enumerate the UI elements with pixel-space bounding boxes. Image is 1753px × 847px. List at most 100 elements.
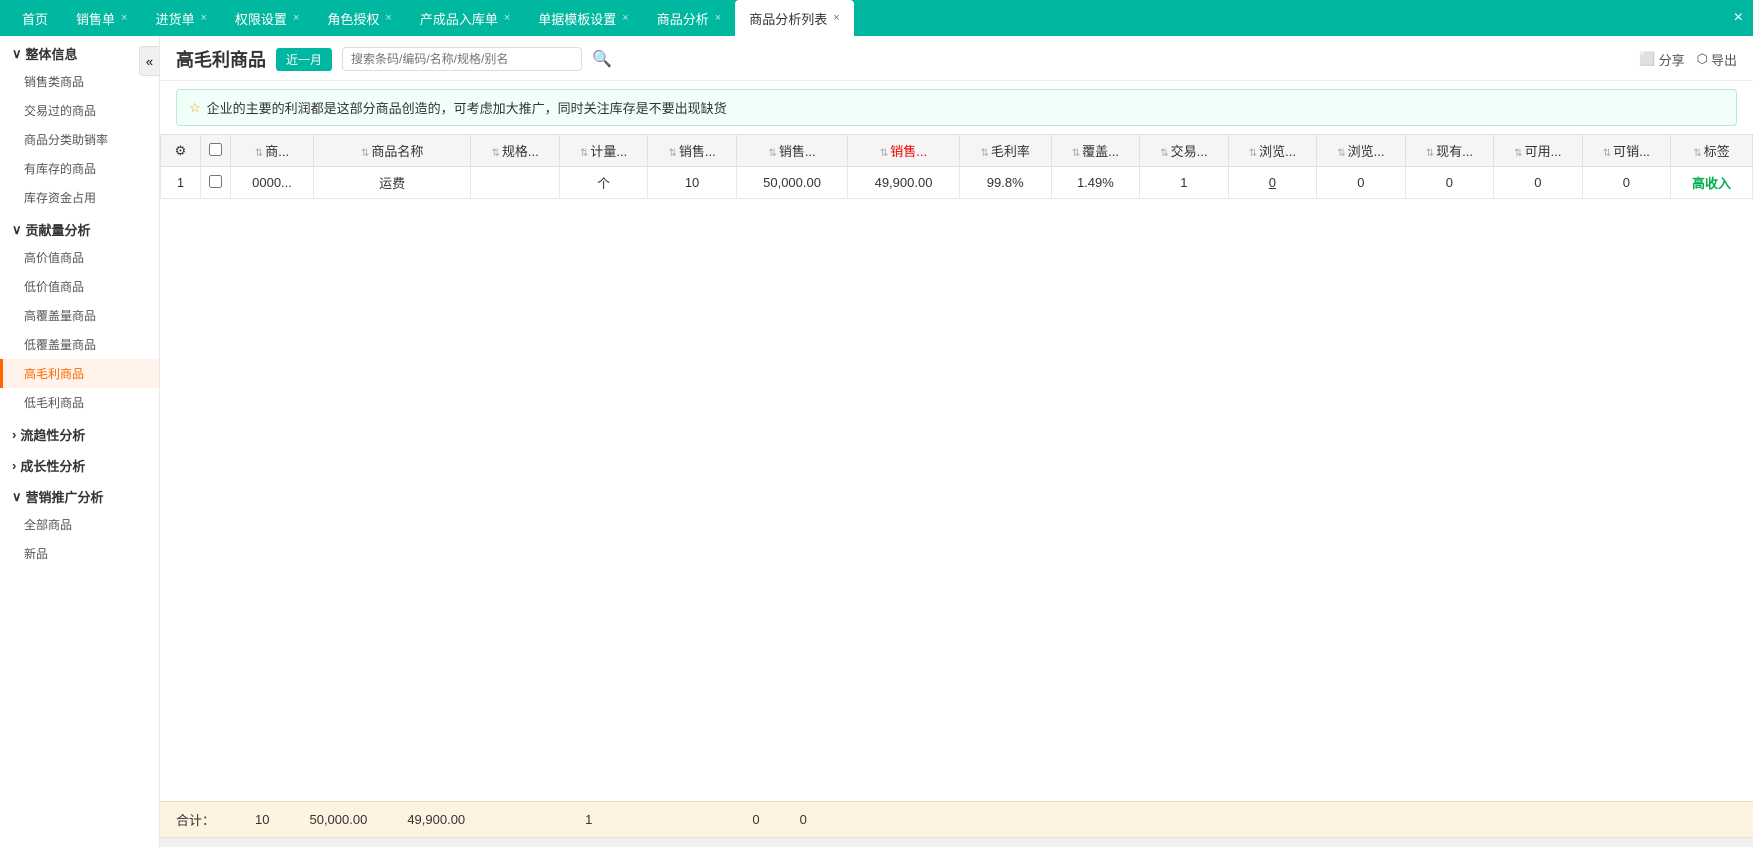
sidebar-group-growth[interactable]: › 成长性分析: [0, 448, 159, 479]
sidebar-item-low-margin[interactable]: 低毛利商品: [0, 388, 159, 417]
select-all-checkbox[interactable]: [209, 143, 222, 156]
sidebar: « ∨ 整体信息 销售类商品 交易过的商品 商品分类助销率 有库存的商品 库存资…: [0, 36, 160, 847]
footer-sales-profit: 49,900.00: [407, 812, 465, 827]
sidebar-item-high-margin[interactable]: 高毛利商品: [0, 359, 159, 388]
close-all-tabs[interactable]: ×: [1734, 9, 1743, 27]
col-sales-profit[interactable]: ⇅销售...: [848, 135, 959, 167]
col-name[interactable]: ⇅商品名称: [314, 135, 471, 167]
nav-tab-analysis[interactable]: 商品分析 ×: [643, 0, 735, 36]
header-actions: ⬜ 分享 ⬡ 导出: [1639, 50, 1737, 69]
sidebar-item-all-goods[interactable]: 全部商品: [0, 510, 159, 539]
horizontal-scrollbar[interactable]: [160, 837, 1753, 847]
search-input[interactable]: [342, 47, 582, 71]
row-coverage: 1.49%: [1051, 167, 1139, 199]
page-title: 高毛利商品: [176, 46, 266, 72]
row-sales-count: 10: [648, 167, 736, 199]
footer-sales-count: 10: [255, 812, 269, 827]
col-sales-amount[interactable]: ⇅销售...: [736, 135, 847, 167]
close-tab-template[interactable]: ×: [622, 12, 628, 24]
col-spec[interactable]: ⇅规格...: [471, 135, 559, 167]
row-name: 运费: [314, 167, 471, 199]
sidebar-group-trend[interactable]: › 流趋性分析: [0, 417, 159, 448]
close-tab-permissions[interactable]: ×: [293, 12, 299, 24]
close-tab-sales[interactable]: ×: [121, 12, 127, 24]
footer-transaction: 1: [585, 812, 592, 827]
sidebar-collapse-button[interactable]: «: [139, 46, 159, 76]
nav-tab-production[interactable]: 产成品入库单 ×: [406, 0, 524, 36]
close-tab-analysis[interactable]: ×: [715, 12, 721, 24]
main-layout: « ∨ 整体信息 销售类商品 交易过的商品 商品分类助销率 有库存的商品 库存资…: [0, 36, 1753, 847]
col-saleable[interactable]: ⇅可销...: [1582, 135, 1670, 167]
sidebar-group-contribution[interactable]: ∨ 贡献量分析: [0, 212, 159, 243]
row-index: 1: [161, 167, 201, 199]
sidebar-item-high-coverage[interactable]: 高覆盖量商品: [0, 301, 159, 330]
row-sales-amount: 50,000.00: [736, 167, 847, 199]
info-banner: ☆ 企业的主要的利润都是这部分商品创造的，可考虑加大推广，同时关注库存是不要出现…: [176, 89, 1737, 126]
col-browse2[interactable]: ⇅浏览...: [1317, 135, 1405, 167]
sidebar-item-high-value[interactable]: 高价值商品: [0, 243, 159, 272]
sidebar-item-category-rate[interactable]: 商品分类助销率: [0, 125, 159, 154]
sidebar-group-marketing[interactable]: ∨ 营销推广分析: [0, 479, 159, 510]
period-button[interactable]: 近一月: [276, 48, 332, 71]
sidebar-item-stock-goods[interactable]: 有库存的商品: [0, 154, 159, 183]
sidebar-group-overall[interactable]: ∨ 整体信息: [0, 36, 159, 67]
close-tab-roles[interactable]: ×: [385, 12, 391, 24]
row-gross-margin: 99.8%: [959, 167, 1051, 199]
nav-tab-purchase[interactable]: 进货单 ×: [141, 0, 220, 36]
sidebar-item-stock-capital[interactable]: 库存资金占用: [0, 183, 159, 212]
row-sales-profit: 49,900.00: [848, 167, 959, 199]
col-current-stock[interactable]: ⇅现有...: [1405, 135, 1493, 167]
search-button[interactable]: 🔍: [592, 49, 612, 69]
export-button[interactable]: ⬡ 导出: [1697, 50, 1737, 69]
row-select-checkbox[interactable]: [209, 175, 222, 188]
table-header-row: ⚙ ⇅商... ⇅商品名称 ⇅规格... ⇅计量... ⇅销售... ⇅销售..…: [161, 135, 1753, 167]
nav-tab-roles[interactable]: 角色授权 ×: [313, 0, 405, 36]
col-code[interactable]: ⇅商...: [231, 135, 314, 167]
col-checkbox: [201, 135, 231, 167]
nav-tab-template[interactable]: 单据模板设置 ×: [524, 0, 642, 36]
col-browse1[interactable]: ⇅浏览...: [1228, 135, 1316, 167]
share-button[interactable]: ⬜ 分享: [1639, 50, 1684, 69]
col-unit[interactable]: ⇅计量...: [559, 135, 647, 167]
row-unit: 个: [559, 167, 647, 199]
row-available: 0: [1494, 167, 1582, 199]
footer-bar: 合计： 10 50,000.00 49,900.00 1 0 0: [160, 801, 1753, 837]
nav-tab-permissions[interactable]: 权限设置 ×: [221, 0, 313, 36]
table-container[interactable]: ⚙ ⇅商... ⇅商品名称 ⇅规格... ⇅计量... ⇅销售... ⇅销售..…: [160, 134, 1753, 801]
close-tab-production[interactable]: ×: [504, 12, 510, 24]
row-checkbox[interactable]: [201, 167, 231, 199]
row-browse2: 0: [1317, 167, 1405, 199]
sidebar-item-low-coverage[interactable]: 低覆盖量商品: [0, 330, 159, 359]
goods-table: ⚙ ⇅商... ⇅商品名称 ⇅规格... ⇅计量... ⇅销售... ⇅销售..…: [160, 134, 1753, 199]
sidebar-item-new-goods[interactable]: 新品: [0, 539, 159, 568]
info-banner-text: 企业的主要的利润都是这部分商品创造的，可考虑加大推广，同时关注库存是不要出现缺货: [207, 98, 727, 117]
footer-current-stock: 0: [752, 812, 759, 827]
col-sales-count[interactable]: ⇅销售...: [648, 135, 736, 167]
row-code: 0000...: [231, 167, 314, 199]
content-area: 高毛利商品 近一月 🔍 ⬜ 分享 ⬡ 导出 ☆ 企业的主要的利润都是这部分商品创…: [160, 36, 1753, 847]
col-tag[interactable]: ⇅标签: [1671, 135, 1753, 167]
table-row: 1 0000... 运费 个 10 50,000.00 49,900.00 99…: [161, 167, 1753, 199]
nav-tab-home[interactable]: 首页: [8, 0, 62, 36]
top-navigation: 首页 销售单 × 进货单 × 权限设置 × 角色授权 × 产成品入库单 × 单据…: [0, 0, 1753, 36]
footer-sales-amount: 50,000.00: [309, 812, 367, 827]
close-tab-analysis-list[interactable]: ×: [833, 12, 839, 24]
sidebar-item-traded-goods[interactable]: 交易过的商品: [0, 96, 159, 125]
col-coverage[interactable]: ⇅覆盖...: [1051, 135, 1139, 167]
row-current-stock: 0: [1405, 167, 1493, 199]
row-saleable: 0: [1582, 167, 1670, 199]
nav-tab-sales[interactable]: 销售单 ×: [62, 0, 141, 36]
nav-tab-analysis-list[interactable]: 商品分析列表 ×: [735, 0, 853, 36]
col-gross-margin[interactable]: ⇅毛利率: [959, 135, 1051, 167]
sidebar-item-sales-goods[interactable]: 销售类商品: [0, 67, 159, 96]
share-icon: ⬜: [1639, 51, 1655, 67]
row-transaction: 1: [1140, 167, 1228, 199]
close-tab-purchase[interactable]: ×: [200, 12, 206, 24]
col-available[interactable]: ⇅可用...: [1494, 135, 1582, 167]
col-settings[interactable]: ⚙: [161, 135, 201, 167]
sidebar-item-low-value[interactable]: 低价值商品: [0, 272, 159, 301]
col-transaction[interactable]: ⇅交易...: [1140, 135, 1228, 167]
footer-label: 合计：: [176, 810, 215, 829]
row-browse1[interactable]: 0: [1228, 167, 1316, 199]
content-header: 高毛利商品 近一月 🔍 ⬜ 分享 ⬡ 导出: [160, 36, 1753, 81]
